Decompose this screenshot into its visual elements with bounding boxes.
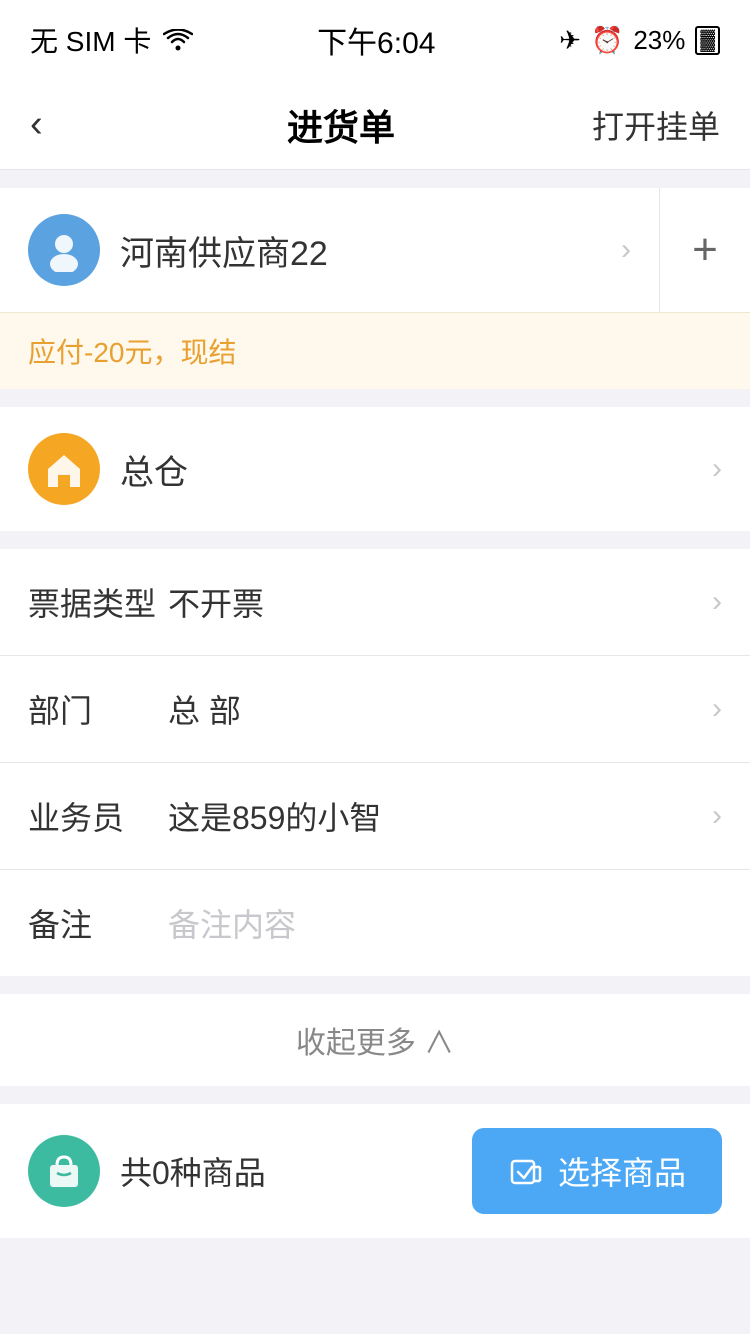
location-icon: ✈	[559, 25, 581, 56]
select-goods-icon	[508, 1153, 544, 1189]
back-button[interactable]: ‹	[30, 103, 90, 146]
supplier-chevron-icon: ›	[621, 233, 631, 267]
notice-banner: 应付-20元，现结	[0, 312, 750, 389]
warehouse-chevron-icon: ›	[712, 452, 722, 486]
goods-count-text: 共0种商品	[120, 1148, 266, 1194]
collapse-button[interactable]: 收起更多 ∧	[0, 994, 750, 1086]
open-pending-button[interactable]: 打开挂单	[592, 102, 720, 148]
status-right: ✈ ⏰ 23% ▓	[559, 25, 720, 56]
battery-label: 23%	[633, 25, 685, 56]
supplier-section: 河南供应商22 › +	[0, 188, 750, 312]
invoice-type-row[interactable]: 票据类型 不开票 ›	[0, 549, 750, 656]
department-row[interactable]: 部门 总 部 ›	[0, 656, 750, 763]
alarm-icon: ⏰	[591, 25, 623, 56]
nav-bar: ‹ 进货单 打开挂单	[0, 80, 750, 170]
goods-icon	[28, 1135, 100, 1207]
warehouse-name: 总仓	[120, 445, 692, 494]
supplier-select-button[interactable]: 河南供应商22 ›	[0, 188, 660, 312]
form-section: 票据类型 不开票 › 部门 总 部 › 业务员 这是859的小智 › 备注 备注…	[0, 549, 750, 976]
remark-label: 备注	[28, 900, 168, 946]
invoice-type-chevron-icon: ›	[712, 585, 722, 619]
person-icon	[42, 228, 86, 272]
select-goods-btn-label: 选择商品	[558, 1148, 686, 1194]
goods-count-area: 共0种商品	[28, 1135, 266, 1207]
warehouse-icon	[28, 433, 100, 505]
supplier-avatar	[28, 214, 100, 286]
carrier-label: 无 SIM 卡	[30, 20, 151, 60]
collapse-label: 收起更多 ∧	[296, 1018, 454, 1062]
select-goods-button[interactable]: 选择商品	[472, 1128, 722, 1214]
salesperson-chevron-icon: ›	[712, 799, 722, 833]
status-left: 无 SIM 卡	[30, 20, 193, 60]
remark-input[interactable]: 备注内容	[168, 900, 722, 946]
warehouse-section[interactable]: 总仓 ›	[0, 407, 750, 531]
home-icon	[42, 447, 86, 491]
department-label: 部门	[28, 686, 168, 732]
status-bar: 无 SIM 卡 下午6:04 ✈ ⏰ 23% ▓	[0, 0, 750, 80]
salesperson-row[interactable]: 业务员 这是859的小智 ›	[0, 763, 750, 870]
shopping-bag-icon	[42, 1149, 86, 1193]
supplier-name: 河南供应商22	[120, 226, 601, 275]
status-time: 下午6:04	[317, 18, 435, 62]
bottom-bar: 共0种商品 选择商品	[0, 1104, 750, 1238]
invoice-type-label: 票据类型	[28, 579, 168, 625]
notice-text: 应付-20元，现结	[28, 337, 236, 368]
remark-row[interactable]: 备注 备注内容	[0, 870, 750, 976]
add-supplier-button[interactable]: +	[660, 188, 750, 312]
department-chevron-icon: ›	[712, 692, 722, 726]
salesperson-label: 业务员	[28, 793, 168, 839]
wifi-icon	[163, 29, 193, 51]
invoice-type-value: 不开票	[168, 579, 712, 625]
content-area: 河南供应商22 › + 应付-20元，现结 总仓 › 票据类型 不开票 › 部门…	[0, 188, 750, 1238]
battery-icon: ▓	[695, 26, 720, 55]
salesperson-value: 这是859的小智	[168, 793, 712, 839]
page-title: 进货单	[287, 99, 395, 151]
department-value: 总 部	[168, 686, 712, 732]
